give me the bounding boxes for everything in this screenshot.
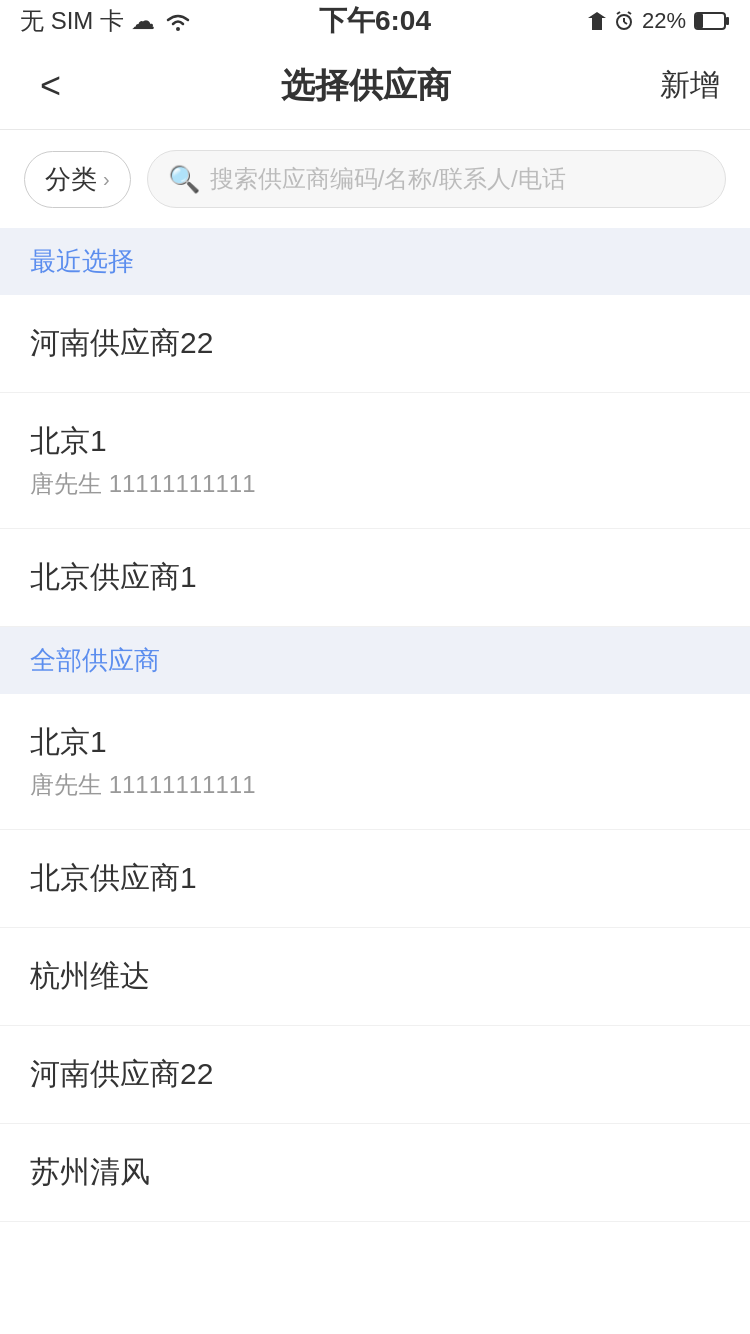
item-sub: 唐先生 11111111111 (30, 468, 720, 500)
item-name: 北京1 (30, 421, 720, 462)
alarm-icon (614, 10, 634, 32)
battery-label: 22% (642, 8, 686, 34)
all-list-item[interactable]: 北京供应商1 (0, 830, 750, 928)
recent-label: 最近选择 (30, 246, 134, 276)
status-time: 下午6:04 (319, 2, 431, 40)
recent-list-item[interactable]: 北京1 唐先生 11111111111 (0, 393, 750, 529)
search-icon: 🔍 (168, 164, 200, 195)
all-list: 北京1 唐先生 11111111111 北京供应商1 杭州维达河南供应商22 苏州清风 (0, 694, 750, 1222)
all-list-item[interactable]: 北京1 唐先生 11111111111 (0, 694, 750, 830)
svg-line-5 (617, 12, 620, 14)
item-name: 河南供应商22 (30, 323, 720, 364)
item-name: 北京供应商1 (30, 858, 720, 899)
status-right: 22% (588, 8, 730, 34)
svg-line-6 (628, 12, 631, 14)
item-name: 苏州清风 (30, 1152, 720, 1193)
all-label: 全部供应商 (30, 645, 160, 675)
add-button[interactable]: 新增 (660, 65, 720, 106)
item-name: 北京1 (30, 722, 720, 763)
recent-list-item[interactable]: 北京供应商1 (0, 529, 750, 627)
svg-rect-9 (696, 14, 703, 28)
item-sub: 唐先生 11111111111 (30, 769, 720, 801)
search-box[interactable]: 🔍 搜索供应商编码/名称/联系人/电话 (147, 150, 726, 208)
svg-rect-8 (726, 17, 729, 25)
nav-bar: < 选择供应商 新增 (0, 42, 750, 130)
category-button[interactable]: 分类 › (24, 151, 131, 208)
search-placeholder: 搜索供应商编码/名称/联系人/电话 (210, 163, 566, 195)
battery-icon (694, 11, 730, 31)
recent-list: 河南供应商22 北京1 唐先生 11111111111 北京供应商1 (0, 295, 750, 627)
svg-marker-1 (588, 12, 606, 30)
location-icon (588, 10, 606, 32)
chevron-right-icon: › (103, 168, 110, 191)
svg-line-4 (624, 22, 627, 24)
category-label: 分类 (45, 162, 97, 197)
recent-section-header: 最近选择 (0, 228, 750, 295)
all-list-item[interactable]: 杭州维达 (0, 928, 750, 1026)
recent-list-item[interactable]: 河南供应商22 (0, 295, 750, 393)
all-list-item[interactable]: 苏州清风 (0, 1124, 750, 1222)
all-list-item[interactable]: 河南供应商22 (0, 1026, 750, 1124)
status-bar: 无 SIM 卡 ☁ 下午6:04 22% (0, 0, 750, 42)
svg-point-0 (176, 27, 180, 31)
back-button[interactable]: < (30, 55, 71, 117)
all-section-header: 全部供应商 (0, 627, 750, 694)
item-name: 杭州维达 (30, 956, 720, 997)
status-left: 无 SIM 卡 ☁ (20, 5, 193, 37)
item-name: 北京供应商1 (30, 557, 720, 598)
filter-row: 分类 › 🔍 搜索供应商编码/名称/联系人/电话 (0, 130, 750, 228)
item-name: 河南供应商22 (30, 1054, 720, 1095)
wifi-icon (163, 10, 193, 32)
page-title: 选择供应商 (281, 63, 451, 109)
sim-label: 无 SIM 卡 ☁ (20, 5, 155, 37)
